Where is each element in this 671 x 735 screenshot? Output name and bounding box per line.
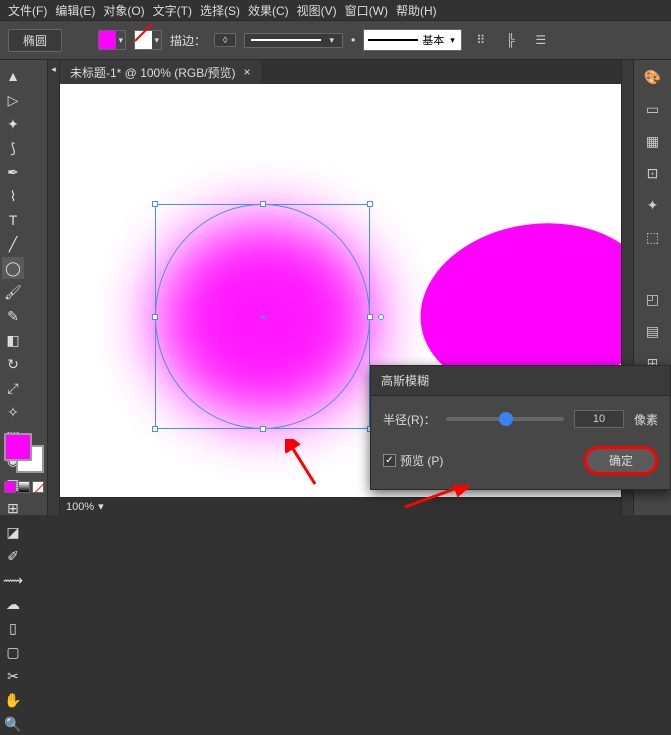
graph-tool-icon[interactable]: ▯	[2, 617, 24, 639]
pen-tool-icon[interactable]: ✒	[2, 161, 24, 183]
shape-name[interactable]: 椭圆	[8, 29, 62, 52]
resize-handle-mr[interactable]	[367, 314, 373, 320]
color-picker	[4, 433, 48, 493]
stroke-panel-icon[interactable]: ⬚	[642, 226, 664, 248]
document-tabs: 未标题-1* @ 100% (RGB/预览) ×	[60, 60, 621, 84]
resize-handle-tr[interactable]	[367, 201, 373, 207]
rotate-tool-icon[interactable]: ↻	[2, 353, 24, 375]
slider-thumb[interactable]	[499, 412, 513, 426]
resize-handle-ml[interactable]	[152, 314, 158, 320]
eraser-tool-icon[interactable]: ◧	[2, 329, 24, 351]
menu-window[interactable]: 窗口(W)	[345, 2, 388, 19]
resize-handle-tl[interactable]	[152, 201, 158, 207]
side-anchor-icon[interactable]	[378, 314, 384, 320]
align-icon[interactable]: ╠	[500, 29, 522, 51]
status-bar: 100% ▾	[60, 497, 621, 515]
artboard-tool-icon[interactable]: ▢	[2, 641, 24, 663]
resize-handle-bl[interactable]	[152, 426, 158, 432]
menu-object[interactable]: 对象(O)	[103, 2, 144, 19]
menu-effect[interactable]: 效果(C)	[248, 2, 289, 19]
brushes-panel-icon[interactable]: ⊡	[642, 162, 664, 184]
curve-tool-icon[interactable]: ⌇	[2, 185, 24, 207]
unit-label: 像素	[634, 411, 658, 428]
menu-file[interactable]: 文件(F)	[8, 2, 47, 19]
close-tab-icon[interactable]: ×	[244, 65, 251, 79]
stroke-basic[interactable]: 基本▾	[363, 29, 462, 51]
check-icon: ✓	[383, 454, 396, 467]
menu-view[interactable]: 视图(V)	[297, 2, 337, 19]
stroke-weight[interactable]: ◊	[214, 33, 236, 47]
symbol-tool-icon[interactable]: ☁	[2, 593, 24, 615]
mesh-tool-icon[interactable]: ⊞	[2, 497, 24, 519]
zoom-dropdown-icon[interactable]: ▾	[98, 500, 104, 513]
align-panel-icon[interactable]: ▤	[642, 320, 664, 342]
slice-tool-icon[interactable]: ✂	[2, 665, 24, 687]
menu-edit[interactable]: 编辑(E)	[55, 2, 95, 19]
ellipse-tool-icon[interactable]: ◯	[2, 257, 24, 279]
direct-selection-tool-icon[interactable]: ▷	[2, 89, 24, 111]
width-tool-icon[interactable]: ✧	[2, 401, 24, 423]
mini-swatch-gradient[interactable]	[18, 481, 30, 493]
resize-handle-bm[interactable]	[260, 426, 266, 432]
type-tool-icon[interactable]: T	[2, 209, 24, 231]
document-tab[interactable]: 未标题-1* @ 100% (RGB/预览) ×	[60, 60, 261, 85]
swatches-panel-icon[interactable]: ▦	[642, 130, 664, 152]
menubar: 文件(F) 编辑(E) 对象(O) 文字(T) 选择(S) 效果(C) 视图(V…	[0, 0, 671, 20]
selection-tool-icon[interactable]: ▲	[2, 65, 24, 87]
hand-tool-icon[interactable]: ✋	[2, 689, 24, 711]
wand-tool-icon[interactable]: ✦	[2, 113, 24, 135]
dialog-title: 高斯模糊	[371, 366, 670, 396]
resize-handle-tm[interactable]	[260, 201, 266, 207]
radius-input[interactable]	[574, 410, 624, 428]
points-icon[interactable]: ⠿	[470, 29, 492, 51]
foreground-color-swatch[interactable]	[4, 433, 32, 461]
symbols-panel-icon[interactable]: ✦	[642, 194, 664, 216]
menu-select[interactable]: 选择(S)	[200, 2, 240, 19]
annotation-arrow-dialog-icon	[400, 485, 470, 510]
menu-help[interactable]: 帮助(H)	[396, 2, 437, 19]
ok-button[interactable]: 确定	[584, 446, 658, 475]
brush-tool-icon[interactable]: 🖌	[2, 281, 24, 303]
bullet-icon: •	[351, 33, 355, 47]
lasso-tool-icon[interactable]: ⟆	[2, 137, 24, 159]
stroke-label: 描边：	[170, 32, 206, 49]
menu-text[interactable]: 文字(T)	[153, 2, 192, 19]
mini-swatch-none[interactable]	[32, 481, 44, 493]
gradient-tool-icon[interactable]: ◪	[2, 521, 24, 543]
properties-panel-icon[interactable]: ▭	[642, 98, 664, 120]
mini-swatch-fill[interactable]	[4, 481, 16, 493]
selection-bounding-box	[155, 204, 370, 429]
radius-slider[interactable]	[446, 417, 564, 421]
radius-label: 半径(R)：	[383, 411, 436, 428]
center-point-icon	[261, 315, 265, 319]
list-icon[interactable]: ☰	[530, 29, 552, 51]
blend-tool-icon[interactable]: ⟿	[2, 569, 24, 591]
preview-checkbox[interactable]: ✓ 预览 (P)	[383, 452, 443, 469]
nav-panel-icon[interactable]: ◰	[642, 288, 664, 310]
color-panel-icon[interactable]: 🎨	[642, 66, 664, 88]
stroke-style[interactable]: ▾	[244, 33, 343, 48]
stroke-swatch[interactable]: ▾	[134, 30, 162, 50]
preview-label: 预览 (P)	[400, 452, 443, 469]
options-bar: 椭圆 ▾ ▾ 描边： ◊ ▾ • 基本▾ ⠿ ╠ ☰	[0, 20, 671, 60]
left-collapse-strip[interactable]: ◂	[48, 60, 60, 515]
pencil-tool-icon[interactable]: ✎	[2, 305, 24, 327]
fill-swatch[interactable]: ▾	[98, 30, 126, 50]
eyedropper-tool-icon[interactable]: ✐	[2, 545, 24, 567]
scale-tool-icon[interactable]: ⤢	[2, 377, 24, 399]
gaussian-blur-dialog: 高斯模糊 半径(R)： 像素 ✓ 预览 (P) 确定	[370, 365, 671, 490]
annotation-arrow-icon	[285, 439, 325, 489]
zoom-level[interactable]: 100%	[66, 501, 94, 513]
line-tool-icon[interactable]: ╱	[2, 233, 24, 255]
document-title: 未标题-1* @ 100% (RGB/预览)	[70, 64, 236, 81]
zoom-tool-icon[interactable]: 🔍	[2, 713, 24, 735]
